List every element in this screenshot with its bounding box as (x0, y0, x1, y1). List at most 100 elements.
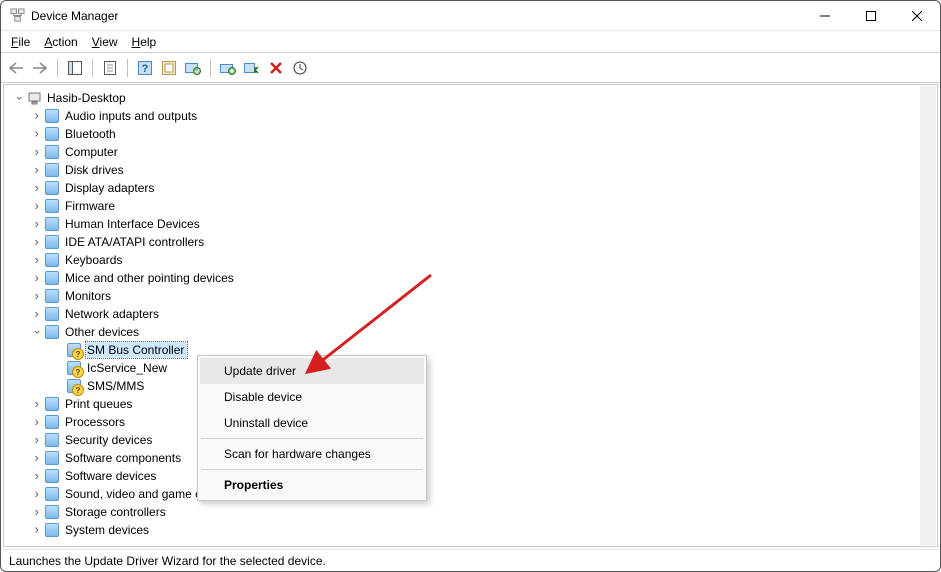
context-menu-item[interactable]: Uninstall device (200, 410, 424, 436)
tree-category-label: Security devices (64, 432, 155, 448)
tree-device-item[interactable]: SM Bus Controller (8, 341, 937, 359)
tree-category-label: Firmware (64, 198, 118, 214)
tree-category[interactable]: Security devices (8, 431, 937, 449)
tree-category-label: Software devices (64, 468, 159, 484)
help-icon[interactable]: ? (134, 57, 156, 79)
uninstall-device-icon[interactable] (265, 57, 287, 79)
tree-category-label: Human Interface Devices (64, 216, 203, 232)
expand-toggle-icon[interactable] (30, 109, 44, 123)
device-category-icon (44, 198, 60, 214)
expand-toggle-icon[interactable] (30, 307, 44, 321)
tree-category[interactable]: IDE ATA/ATAPI controllers (8, 233, 937, 251)
computer-icon (26, 90, 42, 106)
tree-root-label: Hasib-Desktop (46, 90, 129, 106)
tree-category[interactable]: Sound, video and game controllers (8, 485, 937, 503)
expand-toggle-icon[interactable] (30, 235, 44, 249)
expand-toggle-icon[interactable] (30, 217, 44, 231)
unknown-device-icon (66, 342, 82, 358)
tree-category[interactable]: Software components (8, 449, 937, 467)
expand-toggle-icon[interactable] (30, 397, 44, 411)
expand-toggle-icon[interactable] (30, 289, 44, 303)
minimize-button[interactable] (802, 1, 848, 31)
close-button[interactable] (894, 1, 940, 31)
menu-file[interactable]: File (5, 33, 36, 51)
tree-category-label: IDE ATA/ATAPI controllers (64, 234, 207, 250)
expand-toggle-icon[interactable] (30, 325, 44, 339)
tree-category[interactable]: Monitors (8, 287, 937, 305)
tree-category[interactable]: Audio inputs and outputs (8, 107, 937, 125)
tree-category[interactable]: System devices (8, 521, 937, 539)
expand-toggle-icon[interactable] (30, 451, 44, 465)
tree-device-item[interactable]: SMS/MMS (8, 377, 937, 395)
device-category-icon (44, 522, 60, 538)
titlebar: Device Manager (1, 1, 940, 31)
action-icon[interactable] (158, 57, 180, 79)
tree-device-item[interactable]: IcService_New (8, 359, 937, 377)
expand-toggle-icon[interactable] (30, 181, 44, 195)
tree-category[interactable]: Mice and other pointing devices (8, 269, 937, 287)
context-menu-item[interactable]: Disable device (200, 384, 424, 410)
expand-toggle-icon[interactable] (30, 163, 44, 177)
context-menu-item[interactable]: Scan for hardware changes (200, 441, 424, 467)
tree-category[interactable]: Network adapters (8, 305, 937, 323)
expand-toggle-icon[interactable] (30, 523, 44, 537)
tree-category[interactable]: Human Interface Devices (8, 215, 937, 233)
unknown-device-icon (66, 378, 82, 394)
refresh-icon[interactable] (289, 57, 311, 79)
expand-toggle-icon[interactable] (30, 145, 44, 159)
maximize-button[interactable] (848, 1, 894, 31)
expand-toggle-icon[interactable] (30, 505, 44, 519)
expand-toggle-icon[interactable] (30, 271, 44, 285)
expand-toggle-icon[interactable] (30, 199, 44, 213)
statusbar: Launches the Update Driver Wizard for th… (3, 549, 938, 571)
properties-icon[interactable] (99, 57, 121, 79)
menu-action[interactable]: Action (38, 33, 83, 51)
device-category-icon (44, 324, 60, 340)
context-menu-item[interactable]: Properties (200, 472, 424, 498)
back-button[interactable] (5, 57, 27, 79)
tree-category[interactable]: Processors (8, 413, 937, 431)
tree-category-label: Keyboards (64, 252, 125, 268)
tree-category[interactable]: Other devices (8, 323, 937, 341)
tree-category-label: Computer (64, 144, 121, 160)
unknown-device-icon (66, 360, 82, 376)
context-menu-item[interactable]: Update driver (200, 358, 424, 384)
device-category-icon (44, 216, 60, 232)
toolbar-separator (57, 59, 58, 77)
device-category-icon (44, 486, 60, 502)
forward-button[interactable] (29, 57, 51, 79)
menu-help[interactable]: Help (126, 33, 163, 51)
tree-category[interactable]: Print queues (8, 395, 937, 413)
tree-category[interactable]: Disk drives (8, 161, 937, 179)
tree-category[interactable]: Computer (8, 143, 937, 161)
tree-category-label: Mice and other pointing devices (64, 270, 237, 286)
toolbar-separator (210, 59, 211, 77)
tree-category[interactable]: Storage controllers (8, 503, 937, 521)
show-hide-console-tree-icon[interactable] (64, 57, 86, 79)
update-driver-icon[interactable] (217, 57, 239, 79)
tree-category-label: Monitors (64, 288, 114, 304)
scan-hardware-icon[interactable] (182, 57, 204, 79)
tree-category[interactable]: Keyboards (8, 251, 937, 269)
statusbar-text: Launches the Update Driver Wizard for th… (9, 554, 326, 568)
app-icon (9, 8, 25, 24)
tree-category[interactable]: Software devices (8, 467, 937, 485)
expand-toggle-icon[interactable] (30, 469, 44, 483)
tree-category[interactable]: Display adapters (8, 179, 937, 197)
expand-toggle-icon[interactable] (30, 487, 44, 501)
device-category-icon (44, 108, 60, 124)
expand-toggle-icon[interactable] (30, 127, 44, 141)
device-tree[interactable]: Hasib-Desktop Audio inputs and outputs B… (4, 85, 937, 543)
vertical-scrollbar[interactable] (920, 86, 936, 545)
expand-toggle-icon[interactable] (30, 253, 44, 267)
expand-toggle-icon[interactable] (12, 91, 26, 105)
tree-device-label: SMS/MMS (86, 378, 147, 394)
disable-device-icon[interactable] (241, 57, 263, 79)
tree-category[interactable]: Bluetooth (8, 125, 937, 143)
menu-view[interactable]: View (86, 33, 124, 51)
tree-category[interactable]: Firmware (8, 197, 937, 215)
tree-root[interactable]: Hasib-Desktop (8, 89, 937, 107)
expand-toggle-icon[interactable] (30, 415, 44, 429)
expand-toggle-icon[interactable] (30, 433, 44, 447)
device-category-icon (44, 162, 60, 178)
